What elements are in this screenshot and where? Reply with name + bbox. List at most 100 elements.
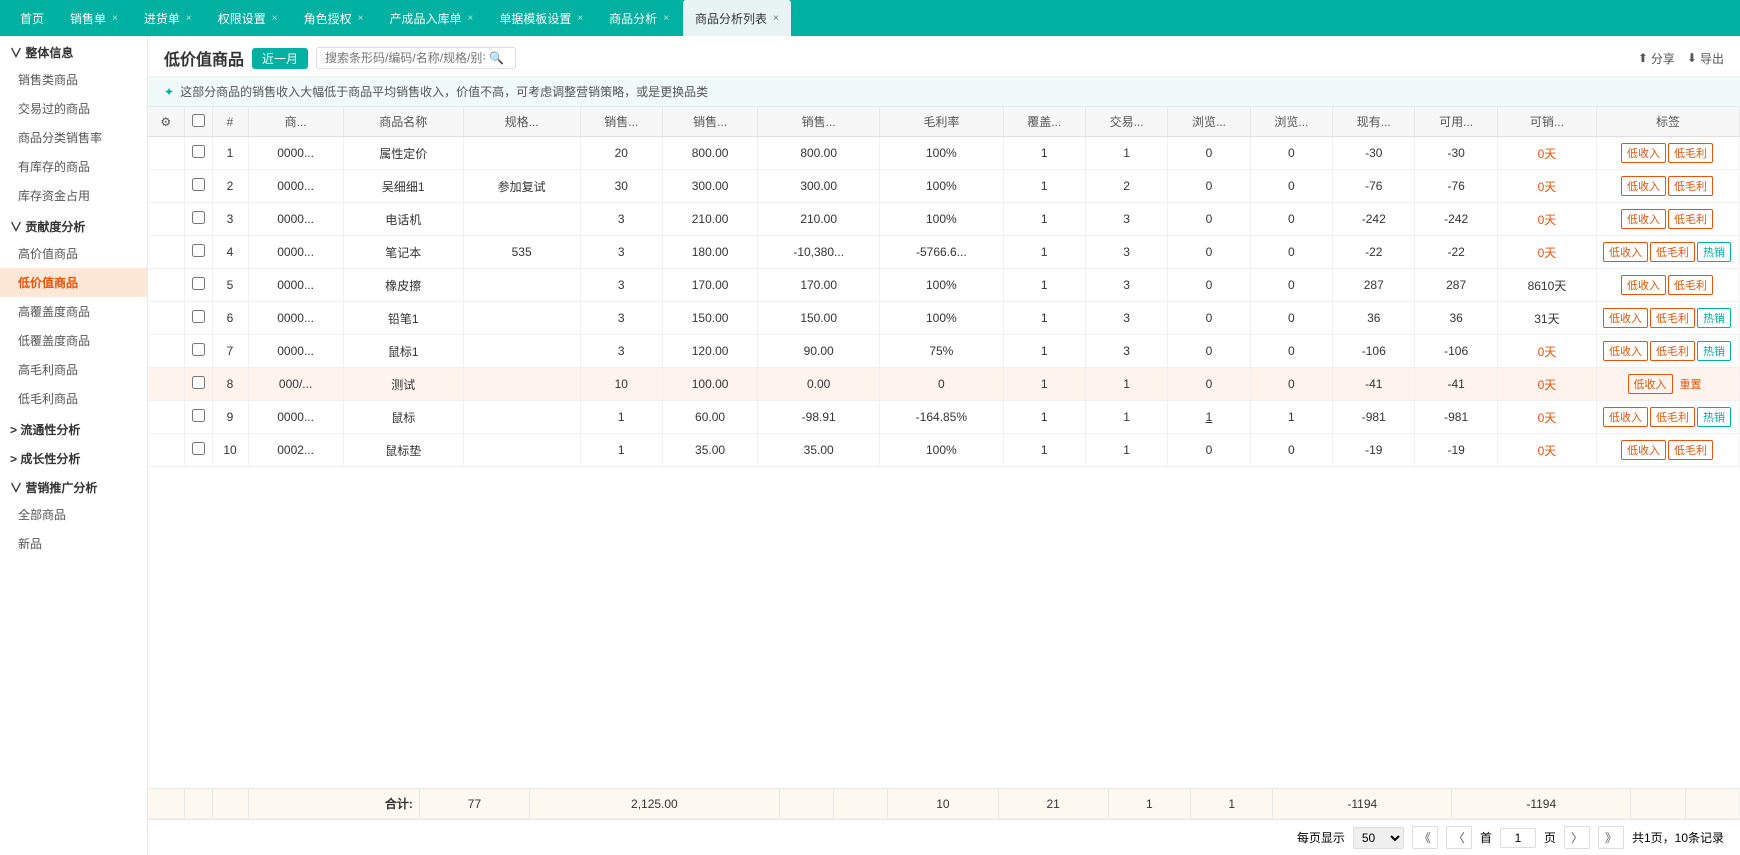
col-stock[interactable]: 现有... bbox=[1333, 107, 1415, 137]
nav-tab-role[interactable]: 角色授权 × bbox=[292, 0, 376, 36]
nav-tab-product-analysis-label: 商品分析 bbox=[609, 10, 657, 27]
nav-tab-product-analysis[interactable]: 商品分析 × bbox=[597, 0, 681, 36]
sidebar-item-category-sales-rate[interactable]: 商品分类销售率 bbox=[0, 123, 147, 152]
cell-checkbox[interactable] bbox=[184, 401, 212, 434]
col-sales-price[interactable]: 销售... bbox=[758, 107, 880, 137]
col-sales-amt[interactable]: 销售... bbox=[662, 107, 757, 137]
col-sales-qty[interactable]: 销售... bbox=[580, 107, 662, 137]
search-icon[interactable]: 🔍 bbox=[489, 51, 504, 65]
cell-name: 铅笔1 bbox=[343, 302, 463, 335]
sidebar-item-high-value[interactable]: 高价值商品 bbox=[0, 239, 147, 268]
row-checkbox[interactable] bbox=[192, 244, 205, 257]
header-actions: ⬆ 分享 ⬇ 导出 bbox=[1638, 50, 1724, 67]
cell-checkbox[interactable] bbox=[184, 137, 212, 170]
sidebar-item-low-profit[interactable]: 低毛利商品 bbox=[0, 384, 147, 413]
sidebar-item-stock-products[interactable]: 有库存的商品 bbox=[0, 152, 147, 181]
share-button[interactable]: ⬆ 分享 bbox=[1638, 50, 1675, 67]
sidebar-group-marketing[interactable]: ∨ 营销推广分析 bbox=[0, 471, 147, 500]
nav-tab-template[interactable]: 单据模板设置 × bbox=[487, 0, 595, 36]
sidebar-group-contribution[interactable]: ∨ 贡献度分析 bbox=[0, 210, 147, 239]
time-filter-button[interactable]: 近一月 bbox=[252, 48, 308, 69]
tag-热销: 热销 bbox=[1697, 242, 1731, 262]
row-checkbox[interactable] bbox=[192, 277, 205, 290]
nav-home[interactable]: 首页 bbox=[8, 0, 56, 36]
cell-checkbox[interactable] bbox=[184, 368, 212, 401]
sidebar-group-overall[interactable]: ∨ 整体信息 bbox=[0, 36, 147, 65]
nav-tab-sales-order[interactable]: 销售单 × bbox=[58, 0, 130, 36]
col-gross-rate[interactable]: 毛利率 bbox=[880, 107, 1003, 137]
cell-checkbox[interactable] bbox=[184, 203, 212, 236]
col-name[interactable]: 商品名称 bbox=[343, 107, 463, 137]
col-days[interactable]: 可销... bbox=[1497, 107, 1596, 137]
cell-days: 0天 bbox=[1497, 434, 1596, 467]
col-coverage[interactable]: 覆盖... bbox=[1003, 107, 1085, 137]
cell-checkbox[interactable] bbox=[184, 269, 212, 302]
row-checkbox[interactable] bbox=[192, 409, 205, 422]
cell-checkbox[interactable] bbox=[184, 236, 212, 269]
col-spec[interactable]: 规格... bbox=[463, 107, 580, 137]
select-all-checkbox[interactable] bbox=[192, 114, 205, 127]
nav-tab-analysis-list-close[interactable]: × bbox=[773, 13, 779, 24]
sidebar-item-new-products[interactable]: 新品 bbox=[0, 529, 147, 558]
row-checkbox[interactable] bbox=[192, 343, 205, 356]
cell-pv2: 0 bbox=[1250, 302, 1332, 335]
cell-pv1[interactable]: 1 bbox=[1168, 401, 1250, 434]
table-container[interactable]: ⚙ # 商... 商品名称 规格... 销售... 销售... 销售... 毛利… bbox=[148, 107, 1740, 788]
sidebar-group-growth[interactable]: > 成长性分析 bbox=[0, 442, 147, 471]
nav-tab-template-close[interactable]: × bbox=[577, 13, 583, 24]
last-page-button[interactable]: 》 bbox=[1598, 826, 1624, 849]
sidebar-item-low-coverage[interactable]: 低覆盖度商品 bbox=[0, 326, 147, 355]
first-page-button[interactable]: 《 bbox=[1412, 826, 1438, 849]
search-input[interactable] bbox=[325, 51, 485, 65]
cell-checkbox[interactable] bbox=[184, 335, 212, 368]
sidebar-group-circulation[interactable]: > 流通性分析 bbox=[0, 413, 147, 442]
cell-code: 0000... bbox=[248, 302, 343, 335]
nav-tab-permission[interactable]: 权限设置 × bbox=[206, 0, 290, 36]
col-checkbox[interactable] bbox=[184, 107, 212, 137]
export-button[interactable]: ⬇ 导出 bbox=[1687, 50, 1724, 67]
sidebar-item-capital-occupation[interactable]: 库存资金占用 bbox=[0, 181, 147, 210]
tag-低收入: 低收入 bbox=[1603, 407, 1648, 427]
tag-热销: 热销 bbox=[1697, 341, 1731, 361]
row-checkbox[interactable] bbox=[192, 211, 205, 224]
sidebar-item-sales-products[interactable]: 销售类商品 bbox=[0, 65, 147, 94]
row-checkbox[interactable] bbox=[192, 376, 205, 389]
page-number-input[interactable] bbox=[1500, 828, 1536, 848]
prev-page-button[interactable]: 〈 bbox=[1446, 826, 1472, 849]
sidebar-item-all-products[interactable]: 全部商品 bbox=[0, 500, 147, 529]
cell-stock: -19 bbox=[1333, 434, 1415, 467]
nav-tab-analysis-list[interactable]: 商品分析列表 × bbox=[683, 0, 791, 36]
row-checkbox[interactable] bbox=[192, 145, 205, 158]
cell-checkbox[interactable] bbox=[184, 434, 212, 467]
cell-name: 鼠标1 bbox=[343, 335, 463, 368]
nav-tab-purchase-order-close[interactable]: × bbox=[186, 13, 192, 24]
nav-tab-role-close[interactable]: × bbox=[358, 13, 364, 24]
sidebar-item-high-profit[interactable]: 高毛利商品 bbox=[0, 355, 147, 384]
cell-checkbox[interactable] bbox=[184, 170, 212, 203]
nav-tab-product-in-close[interactable]: × bbox=[467, 13, 473, 24]
next-page-button[interactable]: 〉 bbox=[1564, 826, 1590, 849]
row-checkbox[interactable] bbox=[192, 310, 205, 323]
tag-低毛利: 低毛利 bbox=[1650, 407, 1695, 427]
cell-tags: 低收入低毛利热销 bbox=[1597, 401, 1740, 434]
sidebar-item-traded-products[interactable]: 交易过的商品 bbox=[0, 94, 147, 123]
sidebar-item-high-coverage[interactable]: 高覆盖度商品 bbox=[0, 297, 147, 326]
row-checkbox[interactable] bbox=[192, 442, 205, 455]
col-avail[interactable]: 可用... bbox=[1415, 107, 1497, 137]
nav-tab-sales-order-close[interactable]: × bbox=[112, 13, 118, 24]
nav-tab-product-analysis-close[interactable]: × bbox=[663, 13, 669, 24]
col-settings[interactable]: ⚙ bbox=[148, 107, 184, 137]
cell-stock: 287 bbox=[1333, 269, 1415, 302]
col-code[interactable]: 商... bbox=[248, 107, 343, 137]
row-checkbox[interactable] bbox=[192, 178, 205, 191]
per-page-select[interactable]: 50 100 200 bbox=[1353, 827, 1404, 849]
cell-checkbox[interactable] bbox=[184, 302, 212, 335]
col-pv1[interactable]: 浏览... bbox=[1168, 107, 1250, 137]
nav-tab-purchase-order[interactable]: 进货单 × bbox=[132, 0, 204, 36]
col-trade[interactable]: 交易... bbox=[1085, 107, 1167, 137]
sidebar-item-low-value[interactable]: 低价值商品 bbox=[0, 268, 147, 297]
nav-tab-product-in[interactable]: 产成品入库单 × bbox=[377, 0, 485, 36]
cell-name: 测试 bbox=[343, 368, 463, 401]
col-pv2[interactable]: 浏览... bbox=[1250, 107, 1332, 137]
nav-tab-permission-close[interactable]: × bbox=[272, 13, 278, 24]
